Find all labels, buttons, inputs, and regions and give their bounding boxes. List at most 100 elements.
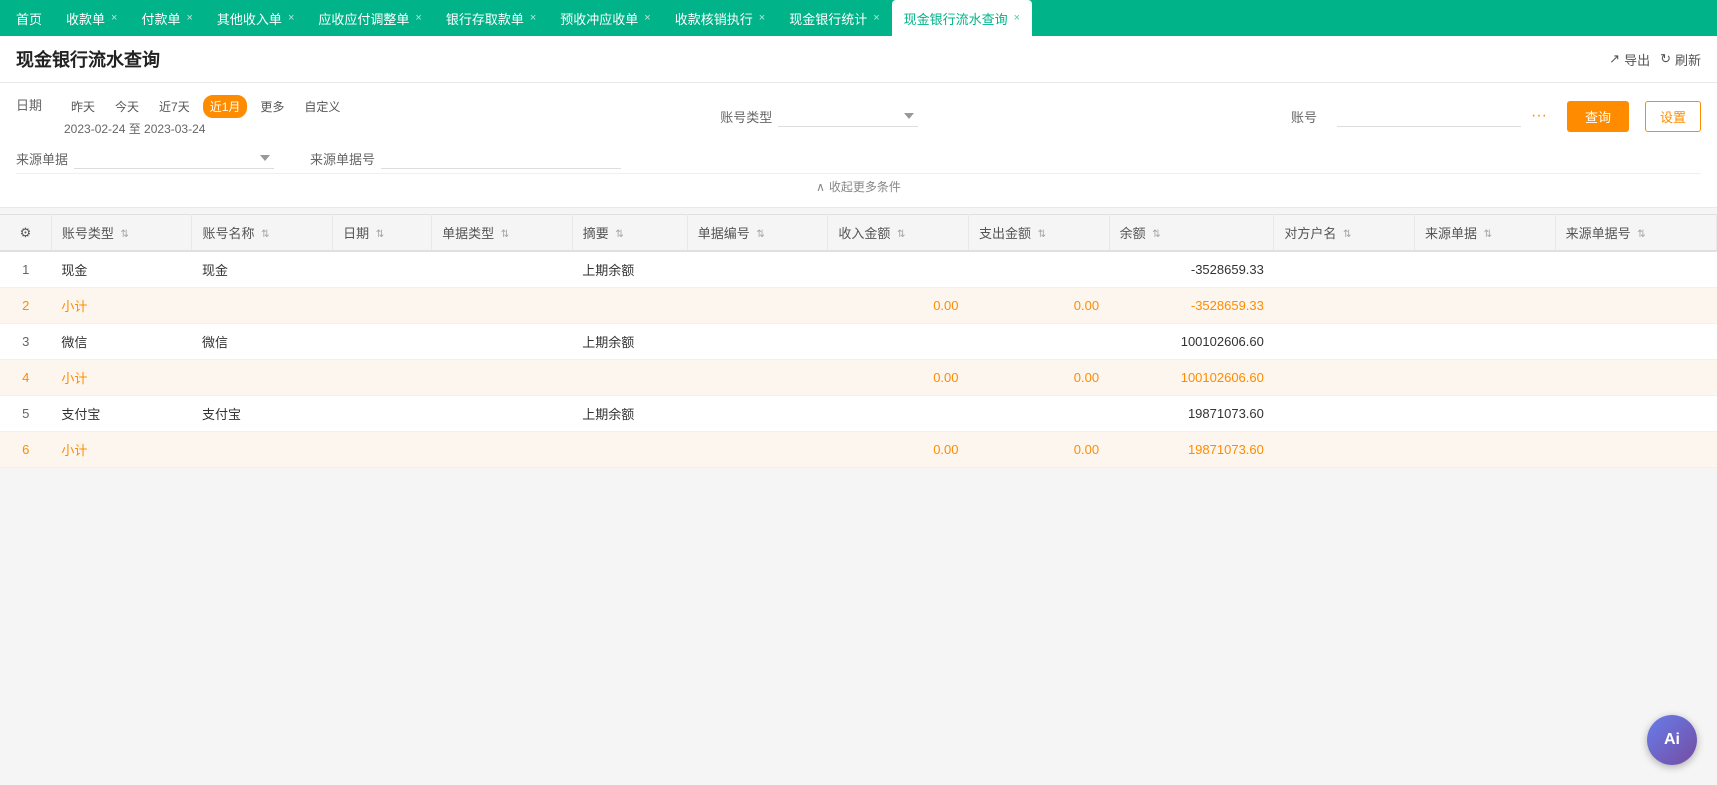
sort-icon: ⇅: [1343, 229, 1351, 240]
collapse-label: 收起更多条件: [829, 178, 901, 195]
sort-icon: ⇅: [1484, 229, 1492, 240]
close-icon[interactable]: ×: [1014, 12, 1020, 24]
col-source-doc-no-label: 来源单据号: [1566, 226, 1631, 241]
col-counterpart[interactable]: 对方户名 ⇅: [1274, 215, 1415, 252]
close-icon[interactable]: ×: [111, 12, 117, 24]
nav-home[interactable]: 首页: [4, 0, 54, 36]
date-btn-custom[interactable]: 自定义: [297, 95, 347, 118]
table-cell: [687, 324, 828, 360]
table-row[interactable]: 6小计0.000.0019871073.60: [0, 432, 1717, 468]
ai-assistant-button[interactable]: Ai: [1647, 715, 1697, 765]
col-doc-no[interactable]: 单据编号 ⇅: [687, 215, 828, 252]
table-cell: [432, 396, 573, 432]
source-doc-filter: 来源单据: [16, 147, 274, 169]
close-icon[interactable]: ×: [288, 12, 294, 24]
table-cell: 上期余额: [572, 324, 687, 360]
table-cell: [192, 288, 333, 324]
nav-verify[interactable]: 收款核销执行 ×: [663, 0, 777, 36]
table-cell: 100102606.60: [1109, 324, 1274, 360]
close-icon[interactable]: ×: [530, 12, 536, 24]
nav-adjustment[interactable]: 应收应付调整单 ×: [306, 0, 433, 36]
table-row[interactable]: 5支付宝支付宝上期余额19871073.60: [0, 396, 1717, 432]
col-expense[interactable]: 支出金额 ⇅: [969, 215, 1110, 252]
date-btn-7days[interactable]: 近7天: [152, 95, 197, 118]
table-cell: [1414, 432, 1555, 468]
col-counterpart-label: 对方户名: [1284, 226, 1336, 241]
sort-icon: ⇅: [615, 229, 623, 240]
nav-bank-stats[interactable]: 现金银行统计 ×: [777, 0, 891, 36]
close-icon[interactable]: ×: [873, 12, 879, 24]
col-date[interactable]: 日期 ⇅: [333, 215, 432, 252]
table-cell: [1555, 288, 1716, 324]
col-balance[interactable]: 余额 ⇅: [1109, 215, 1274, 252]
col-doc-type-label: 单据类型: [442, 226, 494, 241]
table-cell: [1555, 360, 1716, 396]
date-btn-more[interactable]: 更多: [253, 95, 291, 118]
table-cell: 3: [0, 324, 51, 360]
setting-button[interactable]: 设置: [1645, 101, 1701, 132]
account-type-select[interactable]: 现金 微信 支付宝: [778, 105, 918, 127]
table-row[interactable]: 4小计0.000.00100102606.60: [0, 360, 1717, 396]
col-source-doc-no[interactable]: 来源单据号 ⇅: [1555, 215, 1716, 252]
table-row[interactable]: 2小计0.000.00-3528659.33: [0, 288, 1717, 324]
col-doc-type[interactable]: 单据类型 ⇅: [432, 215, 573, 252]
nav-bank-deposit[interactable]: 银行存取款单 ×: [434, 0, 548, 36]
close-icon[interactable]: ×: [415, 12, 421, 24]
close-icon[interactable]: ×: [186, 12, 192, 24]
nav-advance[interactable]: 预收冲应收单 ×: [548, 0, 662, 36]
table-cell: 小计: [51, 432, 192, 468]
query-button[interactable]: 查询: [1567, 101, 1629, 132]
col-source-doc[interactable]: 来源单据 ⇅: [1414, 215, 1555, 252]
date-btn-today[interactable]: 今天: [108, 95, 146, 118]
col-income[interactable]: 收入金额 ⇅: [828, 215, 969, 252]
close-icon[interactable]: ×: [644, 12, 650, 24]
table-cell: 6: [0, 432, 51, 468]
table-cell: [432, 360, 573, 396]
sort-icon: ⇅: [1637, 229, 1645, 240]
date-btn-1month[interactable]: 近1月: [203, 95, 248, 118]
col-gear[interactable]: ⚙: [0, 215, 51, 252]
nav-other-income[interactable]: 其他收入单 ×: [205, 0, 306, 36]
table-row[interactable]: 3微信微信上期余额100102606.60: [0, 324, 1717, 360]
account-type-label: 账号类型: [720, 107, 772, 126]
col-account-type[interactable]: 账号类型 ⇅: [51, 215, 192, 252]
table-cell: [1414, 396, 1555, 432]
date-filter-group: 日期 昨天 今天 近7天 近1月 更多 自定义 2023-02-24 至 202…: [16, 95, 347, 137]
col-account-name[interactable]: 账号名称 ⇅: [192, 215, 333, 252]
date-btn-yesterday[interactable]: 昨天: [64, 95, 102, 118]
source-doc-select[interactable]: [74, 147, 274, 169]
date-range-display: 2023-02-24 至 2023-03-24: [64, 120, 347, 137]
table-cell: [572, 432, 687, 468]
table-cell: -3528659.33: [1109, 288, 1274, 324]
account-input[interactable]: [1337, 105, 1521, 127]
source-doc-no-filter: 来源单据号: [310, 147, 621, 169]
source-doc-no-input[interactable]: [381, 147, 621, 169]
table-cell: 4: [0, 360, 51, 396]
nav-receipt[interactable]: 收款单 ×: [54, 0, 129, 36]
refresh-button[interactable]: ↻ 刷新: [1660, 50, 1701, 69]
nav-bank-flow[interactable]: 现金银行流水查询 ×: [892, 0, 1032, 36]
close-icon[interactable]: ×: [759, 12, 765, 24]
table-cell: [687, 360, 828, 396]
table-cell: [333, 288, 432, 324]
col-account-type-label: 账号类型: [62, 226, 114, 241]
table-cell: [1414, 360, 1555, 396]
table-cell: 上期余额: [572, 396, 687, 432]
col-expense-label: 支出金额: [979, 226, 1031, 241]
table-cell: [432, 324, 573, 360]
export-button[interactable]: ↗ 导出: [1609, 50, 1650, 69]
account-more-button[interactable]: ···: [1527, 107, 1551, 125]
table-cell: [1274, 324, 1415, 360]
table-cell: [1274, 360, 1415, 396]
collapse-bar[interactable]: ∧ 收起更多条件: [16, 173, 1701, 195]
nav-payment[interactable]: 付款单 ×: [129, 0, 204, 36]
table-row[interactable]: 1现金现金上期余额-3528659.33: [0, 251, 1717, 288]
table-cell: [1274, 396, 1415, 432]
table-cell: 0.00: [828, 360, 969, 396]
table-cell: 支付宝: [51, 396, 192, 432]
sort-icon: ⇅: [897, 229, 905, 240]
table-cell: 100102606.60: [1109, 360, 1274, 396]
col-date-label: 日期: [343, 226, 369, 241]
col-income-label: 收入金额: [838, 226, 890, 241]
col-summary[interactable]: 摘要 ⇅: [572, 215, 687, 252]
